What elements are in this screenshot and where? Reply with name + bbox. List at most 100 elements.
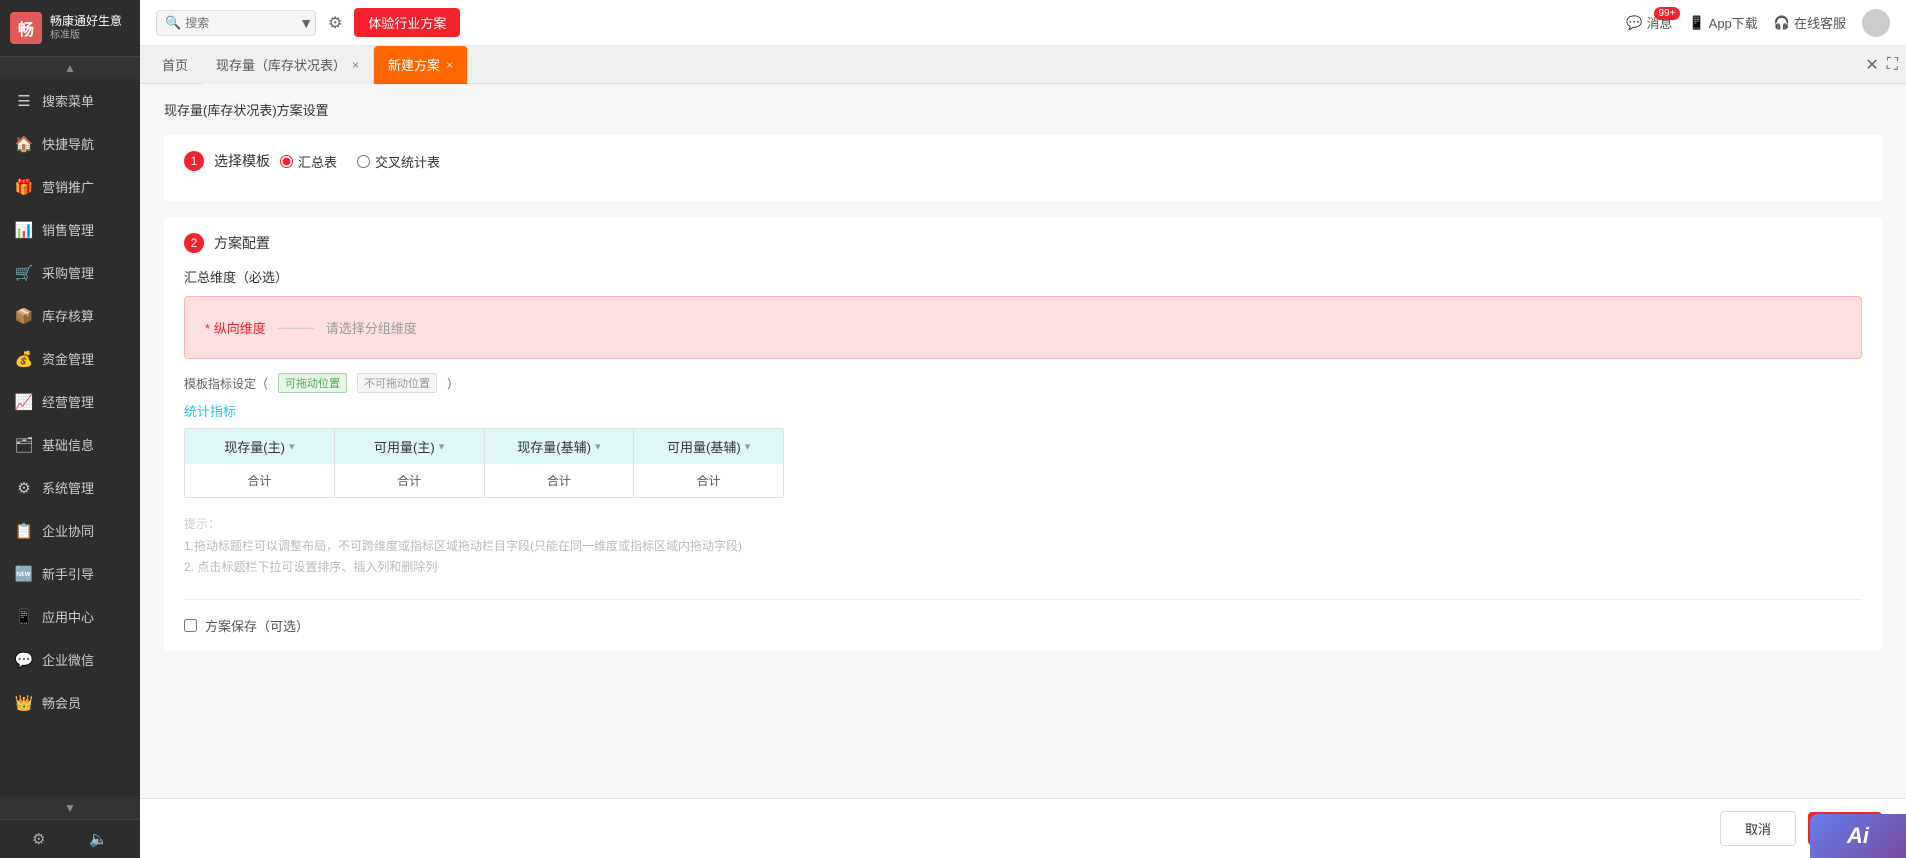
dimension-area[interactable]: * 纵向维度 —— 请选择分组维度 [184,296,1862,359]
stat-table-header: 现存量(主) ▾ 可用量(主) ▾ 现存量(基辅) ▾ 可用量(基辅) ▾ [185,429,783,464]
sidebar-item-new-guide[interactable]: 🆕 新手引导 [0,552,140,595]
headset-icon: 🎧 [1774,15,1790,31]
sidebar-item-search-menu[interactable]: ☰ 搜索菜单 [0,79,140,122]
new-guide-icon: 🆕 [14,565,34,583]
user-avatar[interactable] [1862,9,1890,37]
sidebar-item-label: 库存核算 [42,306,94,325]
sidebar-item-quick-nav[interactable]: 🏠 快捷导航 [0,122,140,165]
sidebar-item-label: 企业微信 [42,650,94,669]
sales-icon: 📊 [14,221,34,239]
indicator-setting-label: 模板指标设定（ 可拖动位置 不可拖动位置 ） [184,373,1862,393]
sidebar-item-label: 基础信息 [42,435,94,454]
sidebar-item-app-center[interactable]: 📱 应用中心 [0,595,140,638]
sidebar-scroll-up[interactable]: ▲ [0,57,140,79]
logo-text: 畅康通好生意 标准版 [50,14,122,43]
col-header-3[interactable]: 可用量(基辅) ▾ [634,429,783,464]
sidebar-item-label: 新手引导 [42,564,94,583]
search-box[interactable]: 🔍 ▼ [156,10,316,36]
tabs-bar: 首页 现存量（库存状况表） × 新建方案 × ✕ ⛶ [140,46,1906,84]
gear-icon[interactable]: ⚙ [328,13,342,33]
ai-fab-button[interactable]: Ai [1810,814,1906,858]
dim-arrow: —— [278,317,314,338]
bottom-bar: 取消 查询 [140,798,1906,858]
tab-close-btn[interactable]: ✕ [1865,55,1878,75]
col-body-3: 合计 [634,464,783,497]
radio-cross[interactable]: 交叉统计表 [357,152,440,171]
page-title: 现存量(库存状况表)方案设置 [164,100,1882,119]
settings-icon[interactable]: ⚙ [32,830,45,848]
quick-nav-icon: 🏠 [14,135,34,153]
trial-btn[interactable]: 体验行业方案 [354,8,460,37]
sidebar-item-label: 企业协同 [42,521,94,540]
purchase-icon: 🛒 [14,264,34,282]
message-btn[interactable]: 💬 消息 99+ [1626,13,1672,32]
app-download-btn[interactable]: 📱 App下载 [1688,13,1757,32]
system-icon: ⚙ [14,479,34,497]
sidebar-item-sales[interactable]: 📊 销售管理 [0,208,140,251]
tab-inventory-status[interactable]: 现存量（库存状况表） × [202,46,374,84]
col-label-1: 可用量(主) [374,437,435,456]
search-input[interactable] [185,16,295,30]
sidebar-item-member[interactable]: 👑 畅会员 [0,681,140,724]
wechat-icon: 💬 [14,651,34,669]
sidebar-nav: ☰ 搜索菜单 🏠 快捷导航 🎁 营销推广 📊 销售管理 🛒 采购管理 📦 库存核… [0,79,140,797]
draggable-badge: 可拖动位置 [278,373,347,393]
stat-section-title: 统计指标 [184,401,1862,420]
stat-table: 现存量(主) ▾ 可用量(主) ▾ 现存量(基辅) ▾ 可用量(基辅) ▾ [184,428,784,498]
sidebar-item-purchase[interactable]: 🛒 采购管理 [0,251,140,294]
col-header-1[interactable]: 可用量(主) ▾ [335,429,485,464]
sidebar-item-label: 经营管理 [42,392,94,411]
speaker-icon[interactable]: 🔈 [89,830,108,848]
step1-num: 1 [184,151,204,171]
search-dropdown[interactable]: ▼ [299,15,313,31]
radio-summary-input[interactable] [280,155,293,168]
sidebar-item-basic-info[interactable]: 🗂 基础信息 [0,423,140,466]
scheme-save-row: 方案保存（可选） [184,599,1862,635]
sidebar-item-label: 采购管理 [42,263,94,282]
hint-item-1: 2. 点击标题栏下拉可设置排序、插入列和删除列 [184,560,437,574]
sidebar-item-system[interactable]: ⚙ 系统管理 [0,466,140,509]
sidebar-scroll-down[interactable]: ▼ [0,797,140,819]
tab-new-scheme-close[interactable]: × [446,58,453,72]
tab-home[interactable]: 首页 [148,46,202,84]
sidebar-item-label: 系统管理 [42,478,94,497]
sidebar: 畅 畅康通好生意 标准版 ▲ ☰ 搜索菜单 🏠 快捷导航 🎁 营销推广 📊 销售… [0,0,140,858]
basic-info-icon: 🗂 [14,436,34,454]
tab-expand-btn[interactable]: ⛶ [1887,56,1898,74]
sidebar-item-operation[interactable]: 📈 经营管理 [0,380,140,423]
scheme-save-checkbox[interactable] [184,619,197,632]
app-center-icon: 📱 [14,608,34,626]
col-body-1: 合计 [335,464,485,497]
cancel-button[interactable]: 取消 [1720,811,1796,846]
col-header-0[interactable]: 现存量(主) ▾ [185,429,335,464]
app-download-label: App下载 [1709,13,1758,32]
search-menu-icon: ☰ [14,92,34,110]
sidebar-item-label: 营销推广 [42,177,94,196]
sidebar-item-inventory[interactable]: 📦 库存核算 [0,294,140,337]
sidebar-item-wechat[interactable]: 💬 企业微信 [0,638,140,681]
message-icon: 💬 [1626,15,1642,31]
radio-summary[interactable]: 汇总表 [280,152,337,171]
radio-summary-label: 汇总表 [298,152,337,171]
sidebar-item-contract[interactable]: 📋 企业协同 [0,509,140,552]
dim-placeholder: 请选择分组维度 [326,318,417,337]
sidebar-item-marketing[interactable]: 🎁 营销推广 [0,165,140,208]
non-draggable-badge: 不可拖动位置 [357,373,437,393]
tab-inventory-close[interactable]: × [352,58,359,72]
online-service-btn[interactable]: 🎧 在线客服 [1774,13,1846,32]
logo-icon: 畅 [10,12,42,44]
sidebar-item-label: 资金管理 [42,349,94,368]
tab-new-scheme[interactable]: 新建方案 × [374,46,468,84]
radio-cross-input[interactable] [357,155,370,168]
tab-inventory-label: 现存量（库存状况表） [216,55,346,74]
sidebar-item-label: 搜索菜单 [42,91,94,110]
tab-new-scheme-label: 新建方案 [388,55,440,74]
hint-title: 提示： [184,517,220,531]
col-header-2[interactable]: 现存量(基辅) ▾ [485,429,635,464]
col-label-0: 现存量(主) [224,437,285,456]
dim-required-mark: * 纵向维度 [205,318,266,337]
hint-area: 提示： 1.拖动标题栏可以调整布局，不可跨维度或指标区域拖动栏目字段(只能在同一… [184,514,1862,579]
sidebar-item-finance[interactable]: 💰 资金管理 [0,337,140,380]
contract-icon: 📋 [14,522,34,540]
col-chevron-1: ▾ [439,440,445,453]
